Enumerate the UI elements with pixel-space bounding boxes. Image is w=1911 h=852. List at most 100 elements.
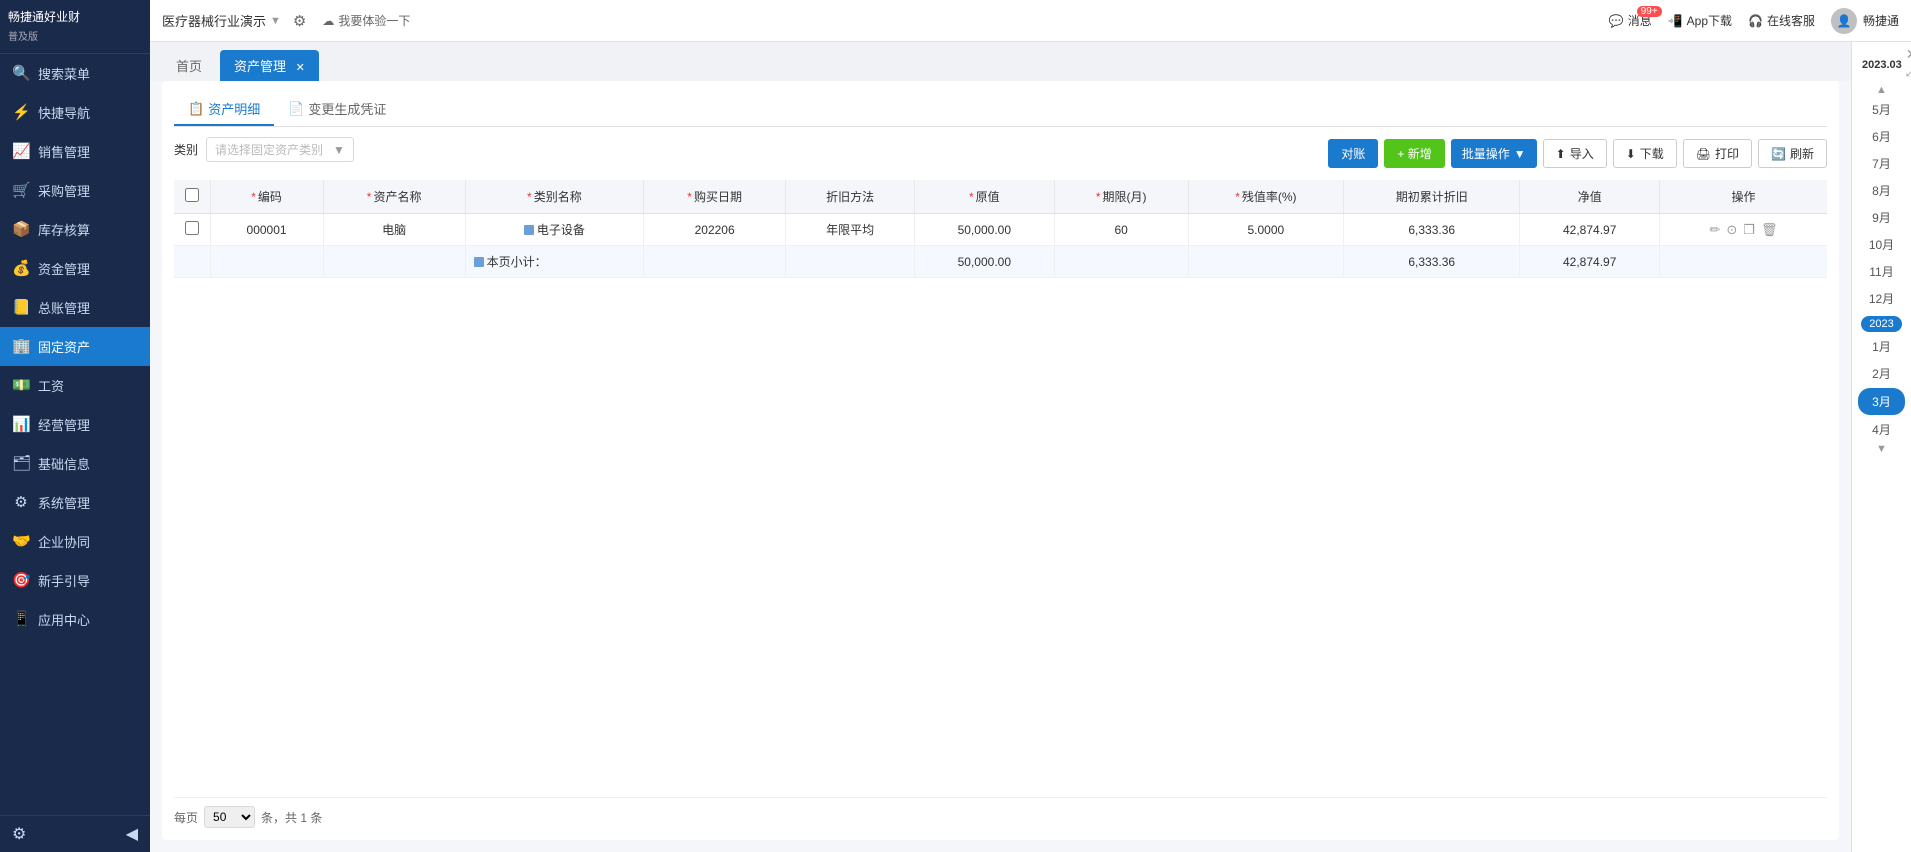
col-original-value: *原值: [915, 180, 1055, 214]
delete-icon[interactable]: 🗑: [1761, 222, 1778, 238]
sidebar-item-enterprise[interactable]: 🤝 企业协同: [0, 522, 150, 561]
cal-month-12[interactable]: 12月: [1852, 285, 1911, 312]
fixed-assets-icon: 🏢: [12, 337, 30, 355]
sidebar: 畅捷通好业财 普及版 🔍 搜索菜单 ⚡ 快捷导航 📈 销售管理 🛒 采购管理 📦…: [0, 0, 150, 852]
sidebar-item-label: 搜索菜单: [38, 64, 90, 83]
row-depreciation-method: 年限平均: [786, 214, 915, 246]
basic-info-icon: 🗂: [12, 454, 30, 472]
collapse-icon[interactable]: ◀: [126, 824, 138, 844]
sidebar-item-label: 工资: [38, 376, 64, 395]
cal-month-7[interactable]: 7月: [1852, 150, 1911, 177]
tab-close-icon[interactable]: ✕: [296, 62, 305, 74]
calendar-expand-button[interactable]: ⤢: [1906, 65, 1911, 80]
row-checkbox[interactable]: [185, 221, 199, 235]
company-name: 医疗器械行业演示: [162, 11, 266, 30]
sidebar-item-ledger[interactable]: 📒 总账管理: [0, 288, 150, 327]
cal-month-5[interactable]: 5月: [1852, 96, 1911, 123]
cal-month-6[interactable]: 6月: [1852, 123, 1911, 150]
subtotal-initial-accumulated: 6,333.36: [1344, 246, 1520, 278]
payroll-icon: 💵: [12, 376, 30, 394]
sidebar-item-purchase[interactable]: 🛒 采购管理: [0, 171, 150, 210]
sidebar-item-system[interactable]: ⚙ 系统管理: [0, 483, 150, 522]
inventory-icon: 📦: [12, 220, 30, 238]
sidebar-item-payroll[interactable]: 💵 工资: [0, 366, 150, 405]
sidebar-item-app-center[interactable]: 📱 应用中心: [0, 600, 150, 639]
col-initial-accumulated: 期初累计折旧: [1344, 180, 1520, 214]
sidebar-item-label: 系统管理: [38, 493, 90, 512]
cal-month-10[interactable]: 10月: [1852, 231, 1911, 258]
search-icon: 🔍: [12, 64, 30, 82]
cal-month-8[interactable]: 8月: [1852, 177, 1911, 204]
tab-home[interactable]: 首页: [162, 50, 216, 81]
refresh-icon: 🔄: [1771, 147, 1786, 161]
account-button[interactable]: 对账: [1328, 139, 1378, 168]
sidebar-item-label: 基础信息: [38, 454, 90, 473]
topbar: 医疗器械行业演示 ▼ ⚙ ☁ 我要体验一下 💬 消息 99+ 📲 App下载 🎧…: [150, 0, 1911, 42]
row-checkbox-cell: [174, 214, 210, 246]
system-icon: ⚙: [12, 493, 30, 511]
detail-icon[interactable]: ⊙: [1726, 222, 1737, 238]
sidebar-scroll: 🔍 搜索菜单 ⚡ 快捷导航 📈 销售管理 🛒 采购管理 📦 库存核算 💰 资金管…: [0, 54, 150, 815]
import-button[interactable]: ⬆ 导入: [1543, 139, 1607, 168]
col-operation: 操作: [1659, 180, 1827, 214]
sidebar-item-search[interactable]: 🔍 搜索菜单: [0, 54, 150, 93]
calendar-scroll-up[interactable]: ▲: [1876, 84, 1887, 96]
settings-icon[interactable]: ⚙: [12, 824, 26, 844]
sidebar-item-basic-info[interactable]: 🗂 基础信息: [0, 444, 150, 483]
sidebar-item-inventory[interactable]: 📦 库存核算: [0, 210, 150, 249]
tab-asset-management[interactable]: 资产管理 ✕: [220, 50, 319, 81]
edit-icon[interactable]: ✏: [1709, 222, 1720, 238]
page-size-select[interactable]: 50 10 20 100: [204, 806, 255, 828]
sidebar-logo: 畅捷通好业财 普及版: [8, 10, 80, 43]
copy-icon[interactable]: ❐: [1743, 222, 1755, 238]
select-all-checkbox[interactable]: [185, 188, 199, 202]
cal-month-11[interactable]: 11月: [1852, 258, 1911, 285]
sub-tab-change-voucher[interactable]: 📄 变更生成凭证: [274, 93, 400, 126]
app-download-link[interactable]: 📲 App下载: [1668, 12, 1732, 29]
avatar: 👤: [1831, 8, 1857, 34]
sub-tab-asset-detail[interactable]: 📋 资产明细: [174, 93, 274, 126]
sidebar-item-funds[interactable]: 💰 资金管理: [0, 249, 150, 288]
sidebar-item-sales[interactable]: 📈 销售管理: [0, 132, 150, 171]
ledger-icon: 📒: [12, 298, 30, 316]
topbar-right: 💬 消息 99+ 📲 App下载 🎧 在线客服 👤 畅捷通: [1609, 8, 1899, 34]
sidebar-item-label: 总账管理: [38, 298, 90, 317]
calendar-year-badge[interactable]: 2023: [1861, 316, 1901, 332]
cal-month-3-active[interactable]: 3月: [1858, 388, 1905, 415]
customer-service-link[interactable]: 🎧 在线客服: [1748, 12, 1815, 29]
company-selector[interactable]: 医疗器械行业演示 ▼: [162, 11, 281, 30]
experience-text: 我要体验一下: [338, 12, 410, 29]
gear-icon[interactable]: ⚙: [293, 12, 306, 30]
cal-month-1[interactable]: 1月: [1852, 333, 1911, 360]
cal-month-2[interactable]: 2月: [1852, 360, 1911, 387]
sidebar-item-quick-nav[interactable]: ⚡ 快捷导航: [0, 93, 150, 132]
sidebar-item-label: 资金管理: [38, 259, 90, 278]
col-checkbox: [174, 180, 210, 214]
refresh-button[interactable]: 🔄 刷新: [1758, 139, 1827, 168]
cal-month-9[interactable]: 9月: [1852, 204, 1911, 231]
sidebar-item-label: 固定资产: [38, 337, 90, 356]
batch-button[interactable]: 批量操作 ▼: [1451, 139, 1537, 168]
sidebar-item-fixed-assets[interactable]: 🏢 固定资产: [0, 327, 150, 366]
calendar-close-button[interactable]: ✕: [1906, 46, 1911, 63]
print-button[interactable]: 🖨 打印: [1683, 139, 1752, 168]
sidebar-item-label: 销售管理: [38, 142, 90, 161]
user-menu[interactable]: 👤 畅捷通: [1831, 8, 1899, 34]
notifications-button[interactable]: 💬 消息 99+: [1609, 12, 1652, 29]
category-select[interactable]: 请选择固定资产类别 ▼: [206, 137, 354, 162]
pagination: 每页 50 10 20 100 条，共 1 条: [174, 797, 1827, 828]
page: 首页 资产管理 ✕ 📋 资产明细 📄 变更生成凭证: [150, 42, 1851, 852]
filter-label: 类别: [174, 141, 198, 158]
category-color-indicator: [524, 225, 534, 235]
sidebar-item-operations[interactable]: 📊 经营管理: [0, 405, 150, 444]
app-edition: 普及版: [8, 28, 80, 43]
row-actions: ✏ ⊙ ❐ 🗑: [1659, 214, 1827, 246]
sidebar-item-label: 经营管理: [38, 415, 90, 434]
calendar-scroll-down[interactable]: ▼: [1876, 443, 1887, 455]
download-button[interactable]: ⬇ 下载: [1613, 139, 1677, 168]
cal-month-4[interactable]: 4月: [1852, 416, 1911, 443]
total-count: 条，共 1 条: [261, 809, 322, 826]
sidebar-item-guide[interactable]: 🎯 新手引导: [0, 561, 150, 600]
experience-link[interactable]: ☁ 我要体验一下: [322, 12, 410, 29]
new-button[interactable]: + 新增: [1384, 139, 1444, 168]
